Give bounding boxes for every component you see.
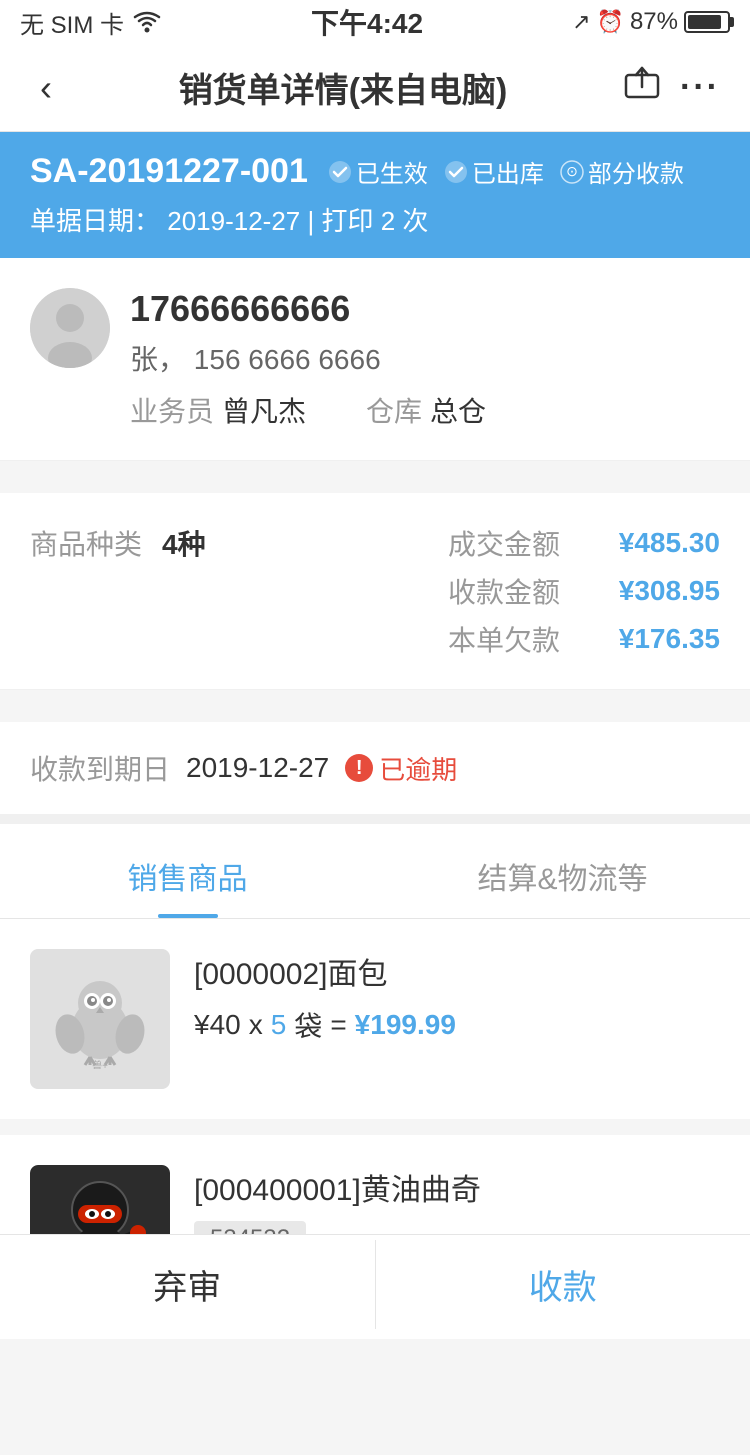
due-date: 2019-12-27 bbox=[186, 752, 329, 784]
carrier-text: 无 SIM 卡 bbox=[20, 5, 124, 40]
salesman-label: 业务员 bbox=[130, 390, 214, 430]
due-label: 收款到期日 bbox=[30, 748, 170, 788]
salesman-value: 曾凡杰 bbox=[222, 390, 306, 430]
due-section: 收款到期日 2019-12-27 ! 已逾期 bbox=[0, 722, 750, 824]
divider1 bbox=[0, 461, 750, 477]
status-activated: 已生效 bbox=[328, 154, 428, 189]
header-banner: SA-20191227-001 已生效 已出库 ⊙ 部分收款 单据日期： 201… bbox=[0, 132, 750, 258]
overdue-dot-icon: ! bbox=[345, 754, 373, 782]
print-suffix: 次 bbox=[402, 206, 428, 236]
svg-text:兽+: 兽+ bbox=[92, 1059, 108, 1069]
svg-text:⊙: ⊙ bbox=[566, 163, 578, 179]
print-label: | 打印 bbox=[307, 206, 373, 236]
banner-row1: SA-20191227-001 已生效 已出库 ⊙ 部分收款 bbox=[30, 152, 720, 191]
nav-bar: ‹ 销货单详情(来自电脑) ··· bbox=[0, 44, 750, 132]
product-thumb-bread: 兽+ bbox=[30, 949, 170, 1089]
wifi-icon bbox=[132, 11, 162, 33]
deal-amount-label: 成交金额 bbox=[448, 523, 560, 563]
order-date: 2019-12-27 bbox=[167, 206, 300, 236]
total-bread: ¥199.99 bbox=[355, 1009, 456, 1041]
battery-fill bbox=[688, 15, 721, 29]
collect-button[interactable]: 收款 bbox=[376, 1240, 750, 1329]
deal-amount-row: 成交金额 ¥485.30 bbox=[448, 523, 720, 563]
product-item: 兽+ [0000002]面包 ¥40 x 5 袋 = ¥199.99 bbox=[0, 919, 750, 1119]
share-icon[interactable] bbox=[624, 65, 660, 110]
bottom-spacer bbox=[0, 1355, 750, 1455]
owl-icon: 兽+ bbox=[50, 969, 150, 1069]
banner-date-row: 单据日期： 2019-12-27 | 打印 2 次 bbox=[30, 201, 720, 238]
status-bar: 无 SIM 卡 下午4:42 ↗ ⏰ 87% bbox=[0, 0, 750, 44]
product-name-cookie: [000400001]黄油曲奇 bbox=[194, 1165, 720, 1209]
status-bar-right: ↗ ⏰ 87% bbox=[572, 8, 730, 36]
back-button[interactable]: ‹ bbox=[30, 57, 62, 119]
product-info-bread: [0000002]面包 ¥40 x 5 袋 = ¥199.99 bbox=[194, 949, 720, 1045]
status-shipped: 已出库 bbox=[444, 154, 544, 189]
more-icon[interactable]: ··· bbox=[680, 68, 720, 107]
customer-name-phone: 张， 156 6666 6666 bbox=[130, 338, 720, 378]
overdue-text: 已逾期 bbox=[379, 750, 457, 787]
overdue-badge: ! 已逾期 bbox=[345, 750, 457, 787]
avatar bbox=[30, 288, 110, 368]
status-bar-left: 无 SIM 卡 bbox=[20, 5, 162, 40]
customer-section: 17666666666 张， 156 6666 6666 业务员 曾凡杰 仓库 … bbox=[0, 258, 750, 461]
nav-actions: ··· bbox=[624, 65, 720, 110]
status-bar-time: 下午4:42 bbox=[311, 2, 423, 42]
tabs-section: 销售商品 结算&物流等 bbox=[0, 824, 750, 919]
product-name-bread: [0000002]面包 bbox=[194, 949, 720, 993]
receipt-amount-value: ¥308.95 bbox=[580, 575, 720, 607]
battery-icon bbox=[684, 11, 730, 33]
stats-right: 成交金额 ¥485.30 收款金额 ¥308.95 本单欠款 ¥176.35 bbox=[448, 523, 720, 659]
date-label: 单据日期： bbox=[30, 206, 160, 236]
divider2 bbox=[0, 690, 750, 706]
debt-amount-label: 本单欠款 bbox=[448, 619, 560, 659]
order-id: SA-20191227-001 bbox=[30, 152, 308, 191]
warehouse-label: 仓库 bbox=[366, 390, 422, 430]
page-title: 销货单详情(来自电脑) bbox=[179, 63, 508, 112]
cancel-button[interactable]: 弃审 bbox=[0, 1240, 376, 1329]
category-label: 商品种类 bbox=[30, 523, 142, 563]
status-badges: 已生效 已出库 ⊙ 部分收款 bbox=[328, 154, 684, 189]
receipt-amount-row: 收款金额 ¥308.95 bbox=[448, 571, 720, 611]
receipt-amount-label: 收款金额 bbox=[448, 571, 560, 611]
bottom-bar: 弃审 收款 bbox=[0, 1234, 750, 1334]
debt-amount-value: ¥176.35 bbox=[580, 623, 720, 655]
price-unit-bread: ¥40 bbox=[194, 1009, 241, 1041]
debt-amount-row: 本单欠款 ¥176.35 bbox=[448, 619, 720, 659]
stats-section: 商品种类 4种 成交金额 ¥485.30 收款金额 ¥308.95 本单欠款 ¥… bbox=[0, 493, 750, 690]
customer-id: 17666666666 bbox=[130, 288, 720, 330]
alarm-icon: ⏰ bbox=[597, 9, 624, 35]
status-partial-payment: ⊙ 部分收款 bbox=[560, 154, 684, 189]
warehouse-item: 仓库 总仓 bbox=[366, 390, 486, 430]
deal-amount-value: ¥485.30 bbox=[580, 527, 720, 559]
print-count: 2 bbox=[381, 206, 395, 236]
avatar-icon bbox=[30, 288, 110, 368]
warehouse-value: 总仓 bbox=[430, 390, 486, 430]
product-price-bread: ¥40 x 5 袋 = ¥199.99 bbox=[194, 1005, 720, 1045]
battery-percent: 87% bbox=[630, 8, 678, 36]
location-icon: ↗ bbox=[572, 9, 590, 35]
customer-meta: 业务员 曾凡杰 仓库 总仓 bbox=[130, 390, 720, 430]
salesman-item: 业务员 曾凡杰 bbox=[130, 390, 306, 430]
customer-info: 17666666666 张， 156 6666 6666 业务员 曾凡杰 仓库 … bbox=[130, 288, 720, 430]
stats-left: 商品种类 4种 bbox=[30, 523, 206, 563]
qty-bread: 5 bbox=[271, 1009, 287, 1041]
category-count: 4种 bbox=[162, 523, 206, 563]
tab-sales-products[interactable]: 销售商品 bbox=[0, 824, 375, 918]
tab-settlement-logistics[interactable]: 结算&物流等 bbox=[375, 824, 750, 918]
